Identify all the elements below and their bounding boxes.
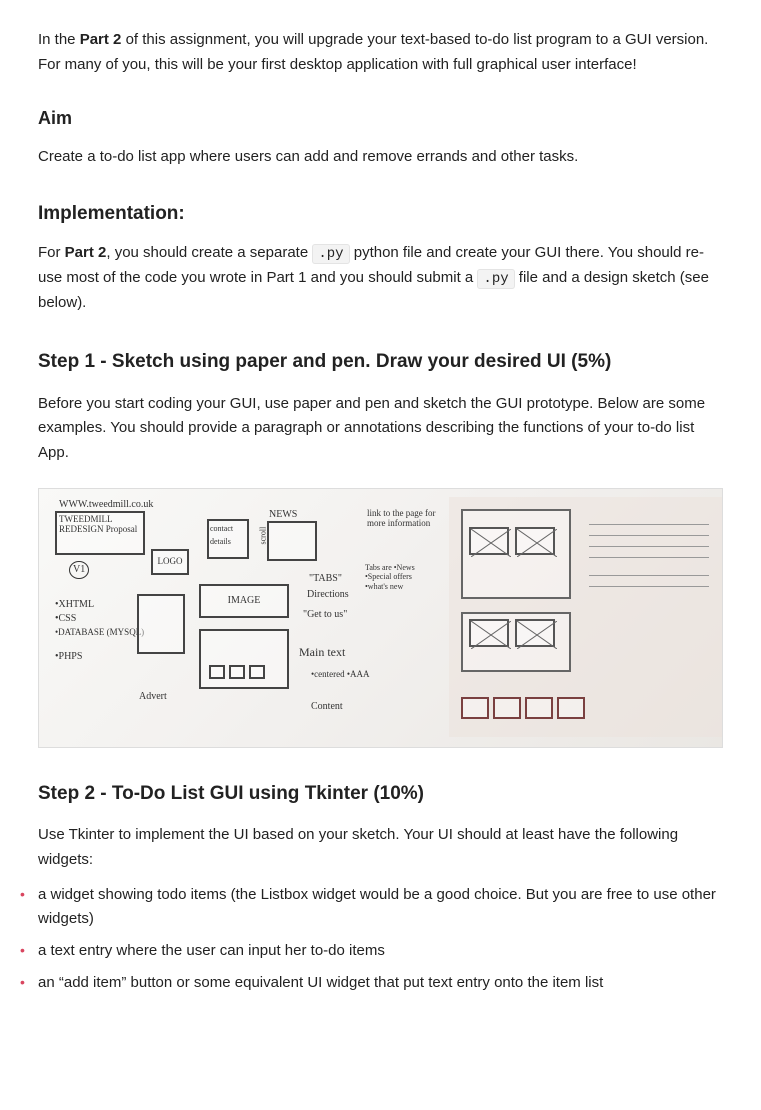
s-thumbs — [209, 665, 265, 679]
impl-bold: Part 2 — [65, 244, 107, 261]
s-image-box: IMAGE — [199, 584, 289, 618]
s-db: •DATABASE (MYSQL) — [55, 625, 144, 640]
s-get: "Get to us" — [303, 607, 347, 624]
req-item-2: a text entry where the user can input he… — [20, 939, 723, 963]
s-advert-box — [137, 594, 185, 654]
s-php: •PHPS — [55, 649, 82, 666]
aim-text: Create a to-do list app where users can … — [38, 145, 723, 170]
sketch-proposal-box: TWEEDMILL REDESIGN Proposal — [55, 511, 145, 555]
s-newsbox — [267, 521, 317, 561]
req-item-3: an “add item” button or some equivalent … — [20, 971, 723, 995]
s-maintext: Main text — [299, 643, 345, 663]
intro-prefix: In the — [38, 31, 80, 48]
s-contact: contact details — [207, 519, 249, 559]
s-tabs: "TABS" — [309, 571, 342, 588]
impl-code2: .py — [477, 269, 514, 289]
s-tabsare: Tabs are •News •Special offers •what's n… — [365, 563, 425, 592]
req-item-1: a widget showing todo items (the Listbox… — [20, 883, 723, 931]
implementation-paragraph: For Part 2, you should create a separate… — [38, 241, 723, 316]
s-advert: Advert — [139, 689, 167, 706]
s-link: link to the page for more information — [367, 509, 437, 529]
requirements-list: a widget showing todo items (the Listbox… — [20, 883, 723, 995]
sketch-logo: LOGO — [151, 549, 189, 575]
s-right-notes — [589, 517, 709, 590]
impl-mid1: , you should create a separate — [106, 244, 312, 261]
s-centered: •centered •AAA — [311, 669, 371, 680]
implementation-heading: Implementation: — [38, 198, 723, 229]
impl-code1: .py — [312, 244, 349, 264]
sketch-v1: V1 — [69, 561, 89, 580]
s-dir: Directions — [307, 587, 349, 604]
step2-text: Use Tkinter to implement the UI based on… — [38, 823, 723, 873]
intro-rest: of this assignment, you will upgrade you… — [38, 31, 708, 73]
s-content: Content — [311, 699, 343, 716]
sketch-examples-image: WWW.tweedmill.co.uk TWEEDMILL REDESIGN P… — [38, 488, 723, 748]
step1-text: Before you start coding your GUI, use pa… — [38, 392, 723, 466]
intro-bold: Part 2 — [80, 31, 122, 48]
step1-heading: Step 1 - Sketch using paper and pen. Dra… — [38, 346, 723, 377]
sketch-right-panel — [449, 497, 723, 737]
impl-prefix: For — [38, 244, 65, 261]
aim-heading: Aim — [38, 104, 723, 134]
step2-heading: Step 2 - To-Do List GUI using Tkinter (1… — [38, 778, 723, 809]
s-content-box — [199, 629, 289, 689]
intro-paragraph: In the Part 2 of this assignment, you wi… — [38, 28, 723, 78]
